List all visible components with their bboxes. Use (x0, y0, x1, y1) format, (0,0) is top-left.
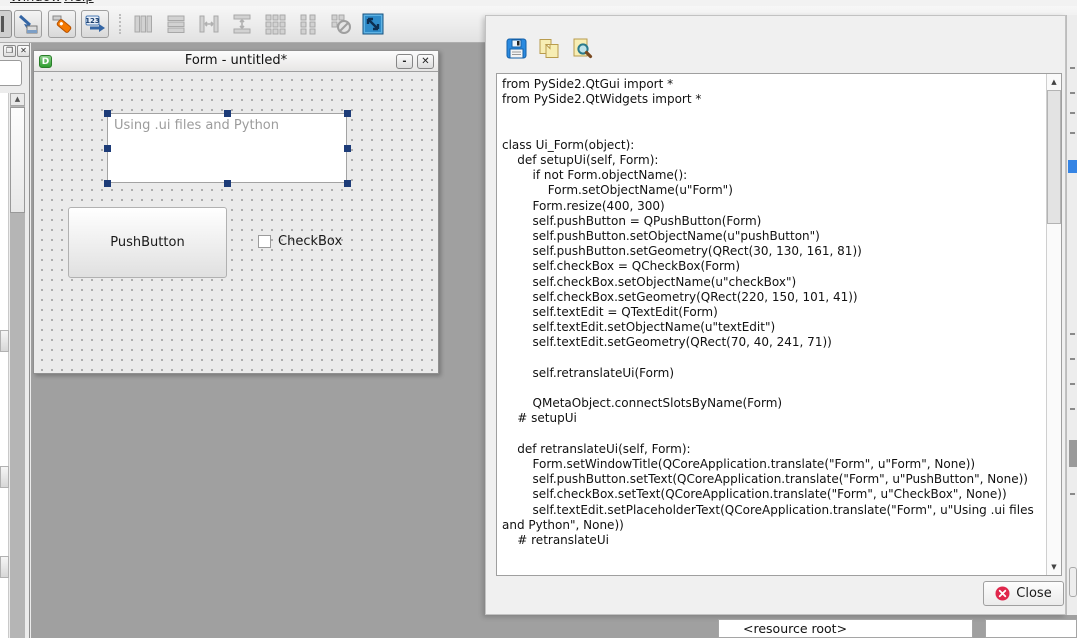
property-row-mark (1070, 358, 1075, 360)
scroll-up-icon[interactable]: ▲ (10, 93, 25, 106)
property-editor-strip (1066, 15, 1077, 615)
property-row-mark (1070, 92, 1075, 94)
break-layout-icon (330, 13, 352, 35)
view-code-dialog: from PySide2.QtGui import * from PySide2… (485, 15, 1066, 615)
edit-tab-order-button[interactable]: 123 (81, 10, 109, 38)
form-window-title: Form - untitled* (34, 53, 438, 68)
selection-handle-n[interactable] (224, 110, 231, 117)
layout-grid-button[interactable] (261, 10, 289, 38)
checkbox-indicator[interactable] (258, 235, 271, 248)
selection-handle-e[interactable] (344, 145, 351, 152)
strip-button-edge (1069, 567, 1077, 597)
edit-widgets-icon (0, 13, 9, 35)
find-icon (570, 37, 594, 60)
layout-form-icon (297, 13, 319, 35)
adjust-size-icon (361, 12, 385, 36)
layout-splitter-horizontal-icon (198, 13, 220, 35)
layout-grid-icon (264, 13, 286, 35)
checkbox-label: CheckBox (278, 234, 342, 249)
panel-float-button[interactable]: ❐ (3, 45, 16, 57)
scroll-down-icon[interactable]: ▼ (1047, 560, 1061, 574)
layout-horizontal-icon (132, 13, 154, 35)
close-icon (995, 586, 1010, 601)
widget-category-item[interactable] (0, 466, 9, 488)
panel-close-button[interactable]: ✕ (17, 45, 30, 57)
copy-icon (537, 37, 561, 60)
resource-tree[interactable]: <resource root> (718, 619, 973, 638)
scrollbar-thumb[interactable] (1047, 90, 1061, 224)
menu-item-window[interactable]: Window (10, 0, 61, 5)
layout-form-button[interactable] (294, 10, 322, 38)
form-close-button[interactable]: ✕ (417, 54, 434, 69)
layout-horizontal-button[interactable] (129, 10, 157, 38)
save-icon (505, 37, 529, 60)
property-row-mark (1070, 67, 1075, 69)
edit-buddies-icon (51, 13, 73, 35)
form-canvas[interactable]: Using .ui files and Python PushButton Ch… (34, 72, 438, 373)
generated-code-view[interactable]: from PySide2.QtGui import * from PySide2… (496, 73, 1062, 576)
layout-vertical-button[interactable] (162, 10, 190, 38)
selection-handle-w[interactable] (104, 145, 111, 152)
scrollbar-thumb[interactable] (10, 107, 25, 213)
selected-property-row[interactable] (1068, 160, 1077, 173)
adjust-size-button[interactable] (359, 10, 387, 38)
property-row-mark (1070, 383, 1075, 385)
form-designer-window: D Form - untitled* - ✕ Using .ui files a… (33, 50, 439, 374)
selection-handle-s[interactable] (224, 180, 231, 187)
widget-box-panel: ❐ ✕ ▲ (0, 43, 30, 638)
widget-box-list[interactable] (0, 93, 9, 638)
code-vertical-scrollbar[interactable]: ▲ ▼ (1046, 74, 1061, 575)
property-row-mark (1070, 132, 1075, 134)
pushbutton-label: PushButton (110, 235, 184, 250)
copy-button[interactable] (537, 37, 561, 61)
edit-buddies-button[interactable] (48, 10, 76, 38)
widget-box-scrollbar[interactable]: ▲ (10, 93, 25, 638)
layout-vertical-icon (165, 13, 187, 35)
resource-preview-pane (985, 619, 1077, 638)
property-row-mark (1070, 333, 1075, 335)
selection-handle-nw[interactable] (104, 110, 111, 117)
selection-handle-se[interactable] (344, 180, 351, 187)
property-row-mark (1070, 112, 1075, 114)
find-button[interactable] (570, 37, 594, 61)
form-window-titlebar[interactable]: D Form - untitled* - ✕ (34, 51, 438, 72)
strip-scroll-thumb[interactable] (1069, 440, 1077, 467)
selection-handle-sw[interactable] (104, 180, 111, 187)
layout-splitter-vertical-icon (231, 13, 253, 35)
toolbar-separator (119, 14, 121, 34)
checkbox-widget[interactable]: CheckBox (258, 234, 342, 249)
close-button[interactable]: Close (983, 581, 1064, 606)
edit-signals-slots-button[interactable] (14, 10, 42, 38)
edit-widgets-button[interactable] (0, 10, 12, 38)
layout-splitter-vertical-button[interactable] (228, 10, 256, 38)
textedit-placeholder: Using .ui files and Python (114, 118, 279, 133)
resource-root-item[interactable]: <resource root> (743, 621, 847, 636)
widget-category-item[interactable] (0, 330, 9, 352)
property-row-mark (1070, 493, 1075, 495)
break-layout-button[interactable] (327, 10, 355, 38)
edit-tab-order-icon: 123 (84, 13, 106, 35)
close-button-label: Close (1016, 586, 1051, 601)
layout-splitter-horizontal-button[interactable] (195, 10, 223, 38)
selection-handle-ne[interactable] (344, 110, 351, 117)
form-minimize-button[interactable]: - (396, 54, 413, 69)
scroll-up-icon[interactable]: ▲ (1047, 75, 1061, 89)
widget-category-item[interactable] (0, 556, 9, 578)
svg-text:123: 123 (85, 17, 100, 25)
menu-item-help[interactable]: Help (64, 0, 94, 5)
textedit-widget[interactable]: Using .ui files and Python (107, 113, 347, 183)
edit-signals-slots-icon (17, 13, 39, 35)
code-content[interactable]: from PySide2.QtGui import * from PySide2… (497, 74, 1045, 575)
save-button[interactable] (505, 37, 529, 61)
property-row-mark (1070, 408, 1075, 410)
pushbutton-widget[interactable]: PushButton (68, 207, 227, 278)
widget-filter-input[interactable] (0, 60, 22, 86)
